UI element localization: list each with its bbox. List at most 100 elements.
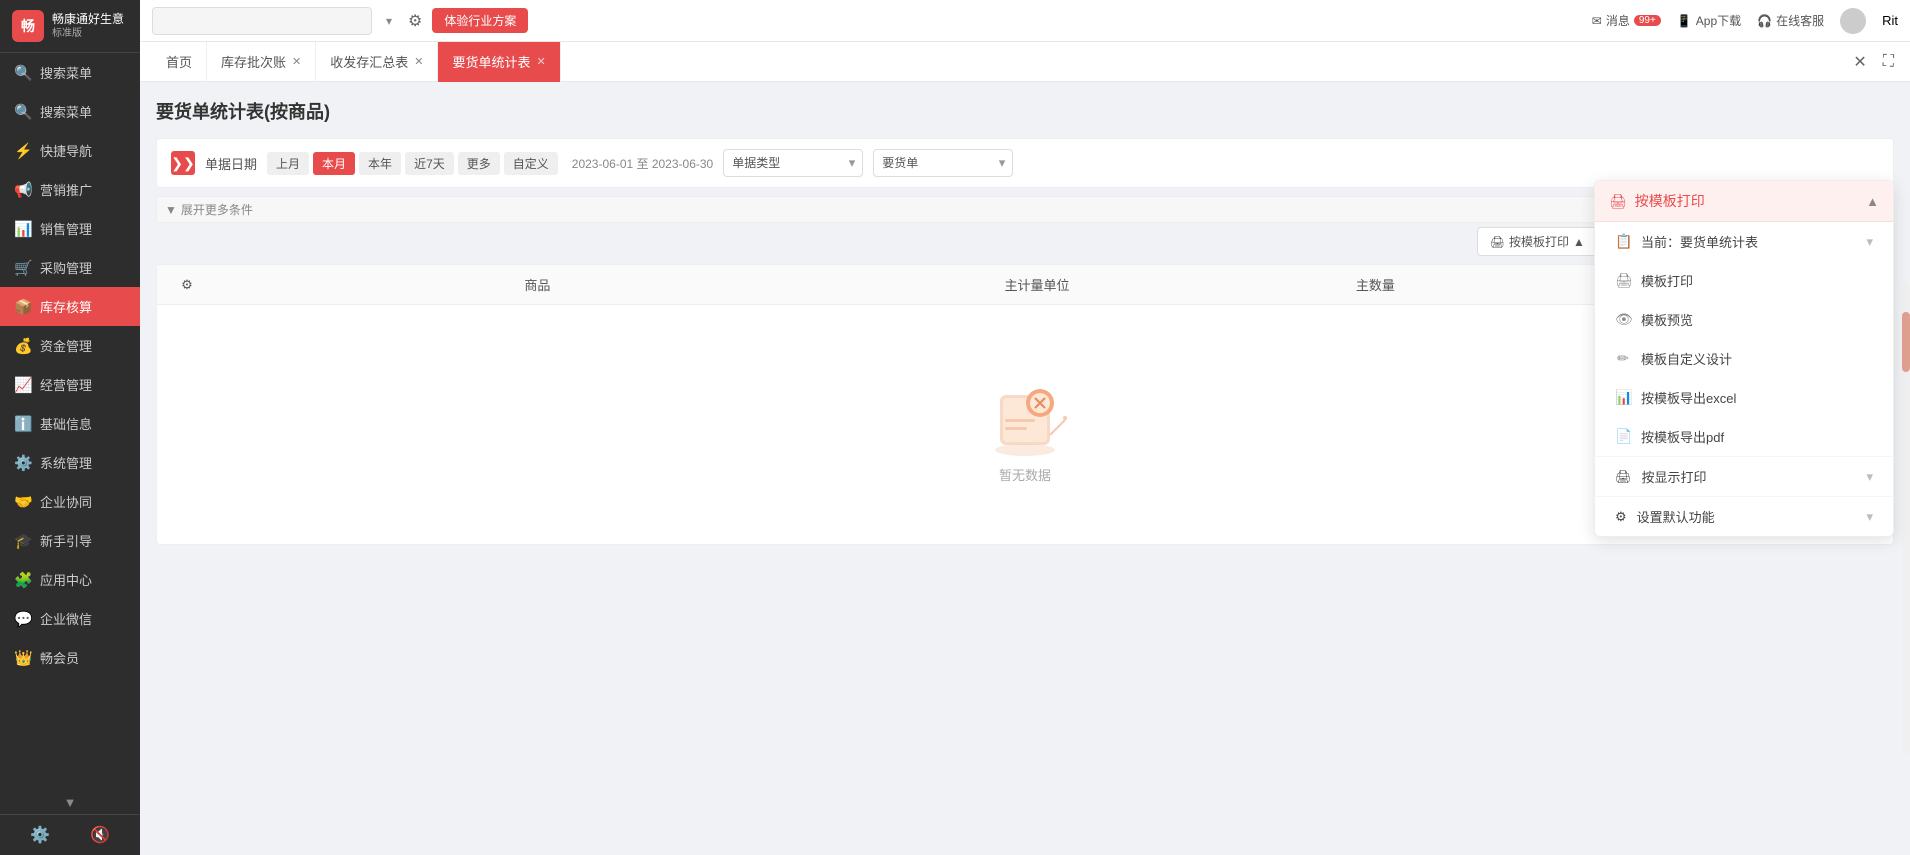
- sidebar-item-system[interactable]: ⚙️ 系统管理: [0, 443, 140, 482]
- th-unit: 主计量单位: [868, 265, 1206, 304]
- scroll-thumb: [1902, 312, 1910, 372]
- dropdown-template-preview[interactable]: 👁 模板预览: [1595, 300, 1893, 339]
- nav-label-purchase: 采购管理: [40, 258, 92, 277]
- nav-label-marketing: 营销推广: [40, 180, 92, 199]
- message-badge: 99+: [1634, 15, 1661, 26]
- nav-label-apps: 应用中心: [40, 570, 92, 589]
- dropdown-template-preview-label: 模板预览: [1641, 310, 1693, 329]
- dropdown-display-print-label: 按显示打印: [1642, 467, 1707, 486]
- dropdown-chevron-up-icon[interactable]: ▲: [1866, 194, 1879, 209]
- date-btn-last-month[interactable]: 上月: [267, 152, 309, 175]
- dropdown-export-pdf[interactable]: 📄 按模板导出pdf: [1595, 417, 1893, 456]
- search-input[interactable]: [161, 14, 363, 28]
- trial-industry-button[interactable]: 体验行业方案: [432, 8, 528, 33]
- dropdown-set-default-label: 设置默认功能: [1637, 507, 1715, 526]
- window-maximize-button[interactable]: ⛶: [1879, 51, 1898, 73]
- chevron-down-icon: ▼: [64, 795, 77, 810]
- nav-label-finance: 资金管理: [40, 336, 92, 355]
- sidebar-item-finance[interactable]: 💰 资金管理: [0, 326, 140, 365]
- print-template-button[interactable]: 🖨 按模板打印 ▲: [1477, 227, 1598, 256]
- scroll-indicator[interactable]: [1902, 282, 1910, 755]
- sidebar-item-operation[interactable]: 📈 经营管理: [0, 365, 140, 404]
- tabbar: 首页 库存批次账 ✕ 收发存汇总表 ✕ 要货单统计表 ✕ ✕ ⛶: [140, 42, 1910, 82]
- mute-icon[interactable]: 🔇: [90, 825, 110, 845]
- dropdown-display-print[interactable]: 🖨 按显示打印 ▾: [1595, 456, 1893, 496]
- order-type-filter-wrap: 要货单: [873, 149, 1013, 177]
- nav-label-search: 搜索菜单: [40, 102, 92, 121]
- sidebar-item-basic[interactable]: ℹ️ 基础信息: [0, 404, 140, 443]
- display-print-chevron-icon: ▾: [1866, 469, 1873, 485]
- sidebar-item-shortcut[interactable]: ⚡ 快捷导航: [0, 131, 140, 170]
- window-minimize-button[interactable]: ✕: [1849, 50, 1870, 74]
- app-download-button[interactable]: 📱 App下载: [1677, 12, 1741, 29]
- tab-inventory-batch[interactable]: 库存批次账 ✕: [207, 42, 316, 82]
- sidebar-item-vip[interactable]: 👑 畅会员: [0, 638, 140, 677]
- sidebar-item-newbie[interactable]: 🎓 新手引导: [0, 521, 140, 560]
- close-collect-payment-tab[interactable]: ✕: [414, 55, 423, 68]
- dropdown-current-template[interactable]: 📋 当前：要货单统计表 ▾: [1595, 222, 1893, 261]
- nav-icon-collab: 🤝: [14, 493, 32, 511]
- tab-order-stats[interactable]: 要货单统计表 ✕: [438, 42, 560, 82]
- tab-home-label: 首页: [166, 52, 192, 71]
- sidebar-item-purchase[interactable]: 🛒 采购管理: [0, 248, 140, 287]
- sidebar-item-inventory[interactable]: 📦 库存核算: [0, 287, 140, 326]
- sidebar-item-wechat[interactable]: 💬 企业微信: [0, 599, 140, 638]
- nav-icon-vip: 👑: [14, 649, 32, 667]
- sidebar-item-collab[interactable]: 🤝 企业协同: [0, 482, 140, 521]
- dropdown-template-print-label: 模板打印: [1641, 271, 1693, 290]
- nav-label-wechat: 企业微信: [40, 609, 92, 628]
- date-btn-more[interactable]: 更多: [458, 152, 500, 175]
- message-button[interactable]: ✉ 消息 99+: [1592, 12, 1661, 29]
- topbar: ▾ ⚙ 体验行业方案 ✉ 消息 99+ 📱 App下载 🎧 在线客服 Rit: [140, 0, 1910, 42]
- nav-icon-apps: 🧩: [14, 571, 32, 589]
- topbar-search-box[interactable]: [152, 7, 372, 35]
- online-service-button[interactable]: 🎧 在线客服: [1757, 12, 1824, 29]
- filter-expand-icon[interactable]: ❯❯: [171, 151, 195, 175]
- date-btn-7days[interactable]: 近7天: [405, 152, 454, 175]
- nav-icon-system: ⚙️: [14, 454, 32, 472]
- tab-window-controls: ✕ ⛶: [1849, 50, 1898, 74]
- date-filter-label: 单据日期: [205, 154, 257, 173]
- chevron-right-icon: ❯❯: [171, 155, 194, 172]
- date-btn-this-month[interactable]: 本月: [313, 152, 355, 175]
- dropdown-set-default[interactable]: ⚙ 设置默认功能 ▾: [1595, 496, 1893, 536]
- sidebar-logo: 畅 畅康通好生意 标准版: [0, 0, 140, 53]
- type-filter-select[interactable]: 单据类型: [723, 149, 863, 177]
- dropdown-title: 按模板打印: [1635, 191, 1705, 211]
- page-content: 要货单统计表(按商品) ❯❯ 单据日期 上月 本月 本年 近7天 更多 自定义 …: [140, 82, 1910, 855]
- tab-collect-payment[interactable]: 收发存汇总表 ✕: [316, 42, 438, 82]
- search-chevron-icon[interactable]: ▾: [386, 14, 392, 28]
- sidebar-item-apps[interactable]: 🧩 应用中心: [0, 560, 140, 599]
- close-inventory-batch-tab[interactable]: ✕: [292, 55, 301, 68]
- sidebar-nav: 🔍 搜索菜单 ⚡ 快捷导航 📢 营销推广 📊 销售管理 🛒 采购管理 📦 库存核…: [0, 92, 140, 791]
- sidebar-item-sales[interactable]: 📊 销售管理: [0, 209, 140, 248]
- sidebar-scroll-down[interactable]: ▼: [0, 791, 140, 814]
- avatar[interactable]: [1840, 8, 1866, 34]
- date-btn-this-year[interactable]: 本年: [359, 152, 401, 175]
- dropdown-template-print[interactable]: 🖨 模板打印: [1595, 261, 1893, 300]
- dropdown-export-excel[interactable]: 📊 按模板导出excel: [1595, 378, 1893, 417]
- tab-collect-payment-label: 收发存汇总表: [330, 52, 408, 71]
- dropdown-template-design-label: 模板自定义设计: [1641, 349, 1732, 368]
- sidebar-item-marketing[interactable]: 📢 营销推广: [0, 170, 140, 209]
- sidebar-item-search[interactable]: 🔍 搜索菜单: [0, 92, 140, 131]
- empty-text: 暂无数据: [999, 465, 1051, 484]
- column-settings-icon[interactable]: ⚙: [181, 277, 193, 292]
- dropdown-template-design[interactable]: ✏ 模板自定义设计: [1595, 339, 1893, 378]
- sidebar-search[interactable]: 🔍 搜索菜单: [0, 53, 140, 92]
- settings-icon[interactable]: ⚙️: [30, 825, 50, 845]
- nav-icon-shortcut: ⚡: [14, 142, 32, 160]
- topbar-gear-icon[interactable]: ⚙: [408, 11, 422, 31]
- nav-label-newbie: 新手引导: [40, 531, 92, 550]
- dropdown-set-default-icon: ⚙: [1615, 509, 1627, 525]
- logo-text: 畅康通好生意 标准版: [52, 12, 124, 41]
- nav-label-shortcut: 快捷导航: [40, 141, 92, 160]
- close-order-stats-tab[interactable]: ✕: [537, 55, 546, 68]
- date-btn-custom[interactable]: 自定义: [504, 152, 558, 175]
- nav-label-inventory: 库存核算: [40, 297, 92, 316]
- dropdown-document-icon: 📋: [1615, 233, 1631, 250]
- expand-down-icon: ▼: [165, 203, 177, 217]
- tab-home[interactable]: 首页: [152, 42, 207, 82]
- service-icon: 🎧: [1757, 14, 1772, 28]
- order-type-filter-select[interactable]: 要货单: [873, 149, 1013, 177]
